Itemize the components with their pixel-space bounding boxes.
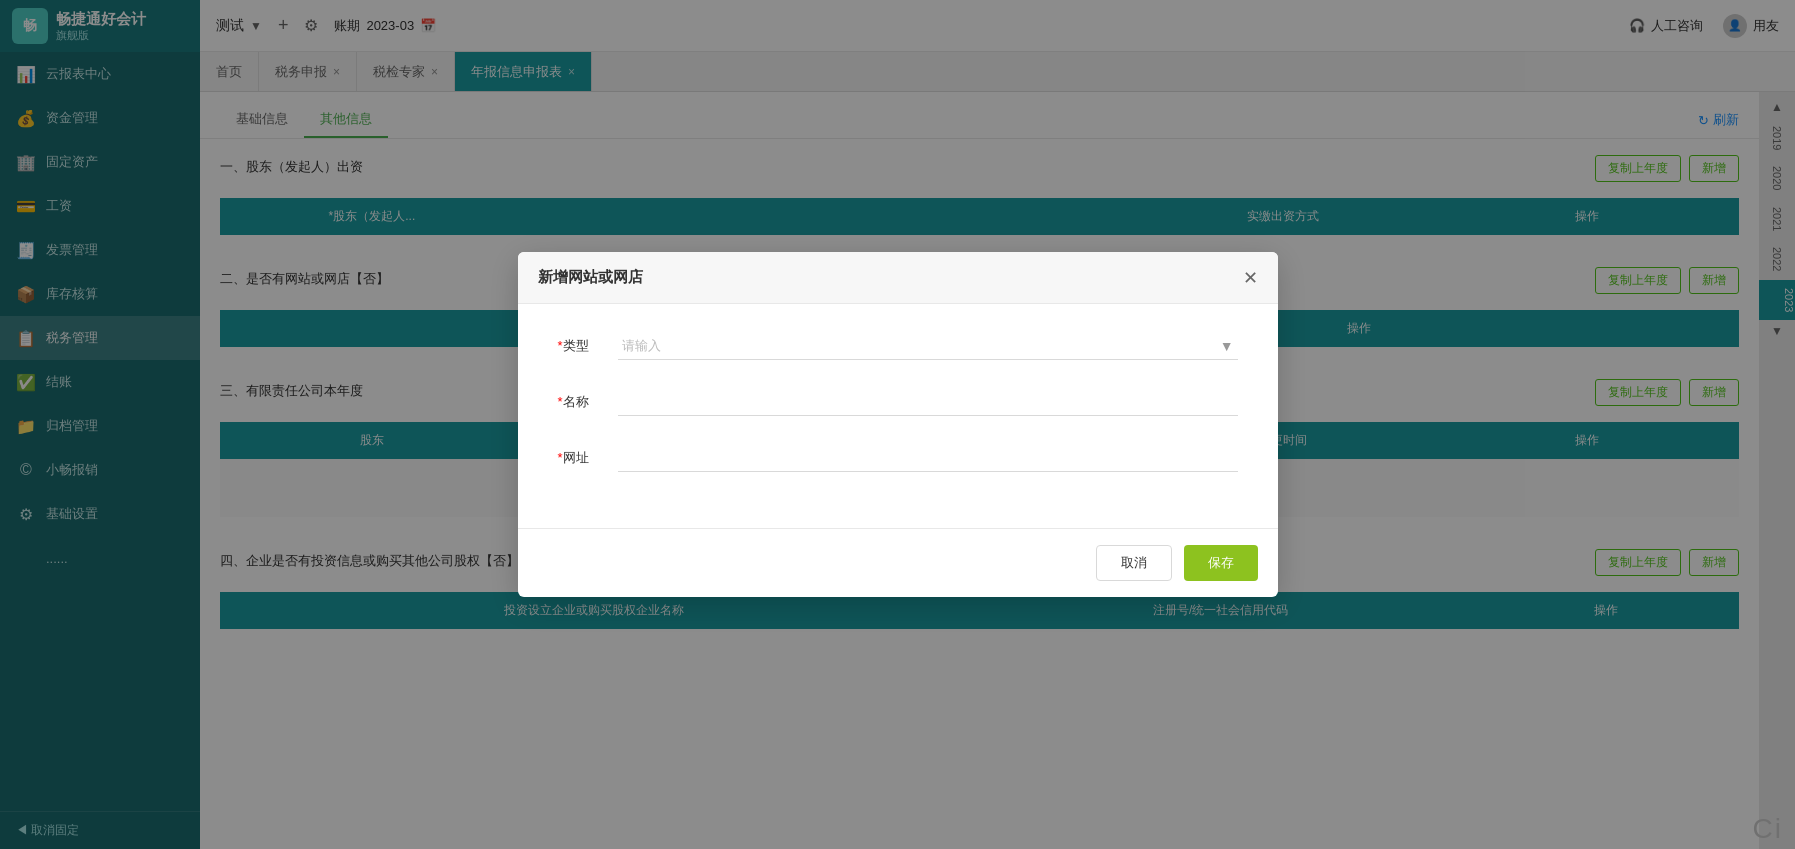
url-control-wrap [618,444,1238,472]
name-label: *名称 [558,393,618,411]
form-row-url: *网址 [558,444,1238,472]
modal-overlay: 新增网站或网店 ✕ *类型 ▼ *名称 [0,0,1795,849]
name-input[interactable] [618,388,1238,416]
cancel-button[interactable]: 取消 [1096,545,1172,581]
save-button[interactable]: 保存 [1184,545,1258,581]
dialog-title: 新增网站或网店 [538,268,643,287]
add-website-dialog: 新增网站或网店 ✕ *类型 ▼ *名称 [518,252,1278,597]
dialog-body: *类型 ▼ *名称 *网址 [518,304,1278,528]
url-label: *网址 [558,449,618,467]
form-row-name: *名称 [558,388,1238,416]
type-input[interactable] [618,332,1238,360]
dialog-footer: 取消 保存 [518,528,1278,597]
url-input[interactable] [618,444,1238,472]
name-control-wrap [618,388,1238,416]
type-control-wrap: ▼ [618,332,1238,360]
dialog-close-button[interactable]: ✕ [1243,269,1258,287]
type-label: *类型 [558,337,618,355]
dialog-header: 新增网站或网店 ✕ [518,252,1278,304]
form-row-type: *类型 ▼ [558,332,1238,360]
